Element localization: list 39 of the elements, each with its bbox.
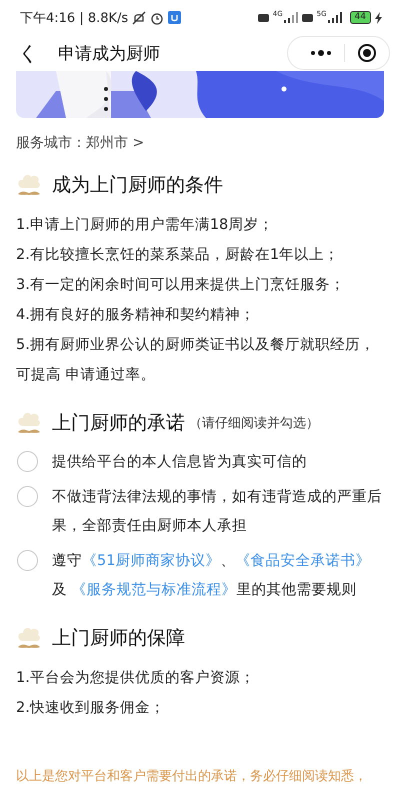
section-title: 成为上门厨师的条件 [52,173,223,198]
battery-level: 44 [350,11,371,24]
section-title: 上门厨师的承诺 [52,411,185,436]
checkbox[interactable] [17,486,38,507]
guarantee-text: 1.平台会为您提供优质的客户资源； [16,668,256,688]
checkbox[interactable] [17,451,38,472]
condition-text: 5.拥有厨师业界公认的厨师类证书以及餐厅就职经历，可提高 申请通过率。 [16,336,376,385]
agreement-link[interactable]: 《51厨师商家协议》 [82,553,220,569]
status-time: 下午4:16 | 8.8K/s [20,10,128,26]
checkbox[interactable] [17,550,38,571]
alarm-icon [150,10,164,24]
condition-text: 1.申请上门厨师的用户需年满18周岁； [16,216,274,235]
promise-text: 提供给平台的本人信息皆为真实可信的 [52,452,307,472]
signal-icon [328,12,342,23]
chef-hat-icon [16,411,42,435]
guarantee-text: 2.快速收到服务佣金； [16,699,166,718]
hd-badge [258,14,269,22]
more-icon[interactable] [310,49,332,57]
condition-text: 3.有一定的闲余时间可以用来提供上门烹饪服务； [16,276,346,295]
service-city-link[interactable]: 服务城市：郑州市 > [16,134,144,152]
app-icon [168,11,182,24]
section-title: 上门厨师的保障 [52,626,185,651]
section-note: （请仔细阅读并勾选） [189,415,319,432]
agreement-link[interactable]: 《食品安全承诺书》 [235,553,370,569]
condition-text: 2.有比较擅长烹饪的菜系菜品，厨龄在1年以上； [16,246,340,265]
close-icon[interactable] [357,43,377,63]
condition-text: 4.拥有良好的服务精神和契约精神； [16,306,256,325]
chef-hat-icon [16,626,42,650]
chef-hat-icon [16,173,42,197]
promise-text: 不做违背法律法规的事情，如有违背造成的严重后果，全部责任由厨师本人承担 [52,488,383,536]
agreement-link[interactable]: 《服务规范与标准流程》 [72,582,237,598]
page-title: 申请成为厨师 [58,42,160,64]
back-button[interactable]: く [10,40,46,66]
mute-icon [132,10,146,24]
notice-text: 以上是您对平台和客户需要付出的承诺，务必仔细阅读知悉， [16,768,368,785]
hd-badge [302,14,313,22]
promise-text: 遵守《51厨师商家协议》、《食品安全承诺书》 及 《服务规范与标准流程》里的其他需要规则 [52,552,372,600]
signal-icon [284,12,298,23]
charging-icon [375,12,382,24]
